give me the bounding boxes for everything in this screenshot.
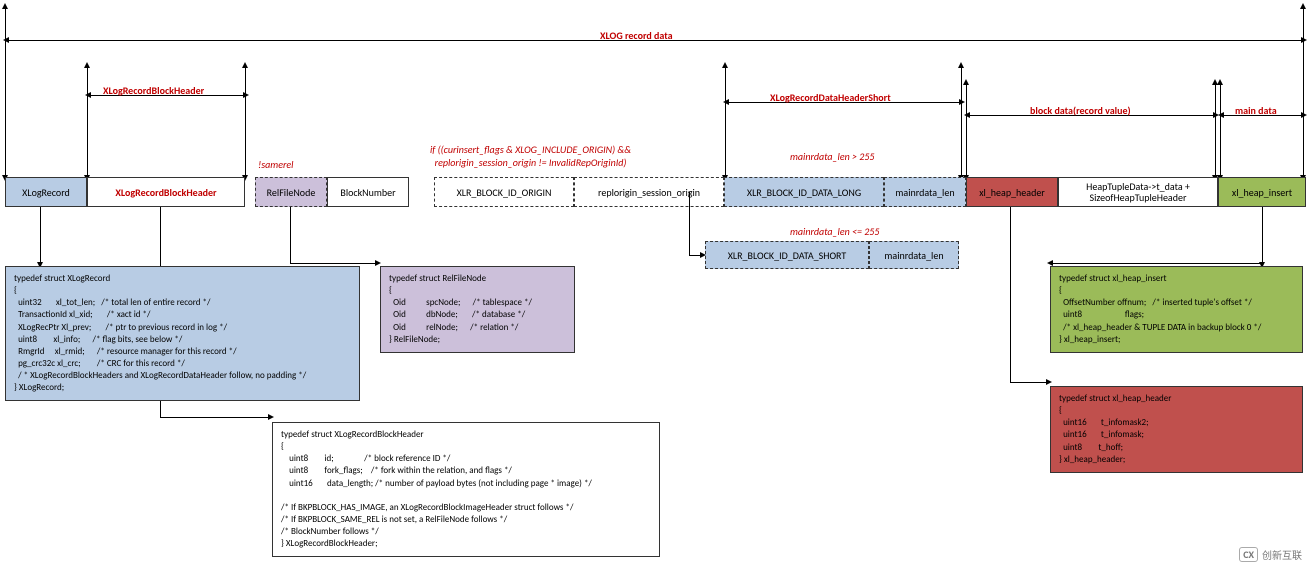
- arrow: [722, 62, 728, 68]
- struct-relfilenode: typedef struct RelFileNode { Oid spcNode…: [380, 266, 575, 353]
- cell-block-id-origin: XLR_BLOCK_ID_ORIGIN: [434, 177, 574, 207]
- bracket-dhs-left: [725, 65, 726, 177]
- bracket-md-left: [1220, 82, 1221, 177]
- arrow: [243, 92, 249, 98]
- struct-blockheader-text: typedef struct XLogRecordBlockHeader { u…: [281, 429, 651, 550]
- cell-blocknumber: BlockNumber: [327, 177, 409, 207]
- arrow: [1046, 379, 1052, 385]
- arrow: [723, 99, 729, 105]
- struct-xlheapheader: typedef struct xl_heap_header { uint16 t…: [1050, 386, 1303, 473]
- arrow: [958, 62, 964, 68]
- arrow: [964, 112, 970, 118]
- struct-xlheapinsert-text: typedef struct xl_heap_insert { OffsetNu…: [1059, 273, 1294, 346]
- title-label: XLOG record data: [600, 29, 673, 42]
- struct-xlheapheader-text: typedef struct xl_heap_header { uint16 t…: [1059, 393, 1294, 466]
- cell-xl-heap-insert: xl_heap_insert: [1218, 177, 1306, 207]
- conn-short-v: [689, 192, 690, 255]
- cell-xl-heap-header: xl_heap_header: [966, 177, 1058, 207]
- conn-blockheader-h: [160, 417, 270, 418]
- conn-relfilenode-v: [290, 207, 291, 263]
- arrow: [2, 3, 8, 9]
- arrow: [84, 62, 90, 68]
- cell-data-short: XLR_BLOCK_ID_DATA_SHORT: [705, 241, 869, 269]
- cell-data-long: XLR_BLOCK_ID_DATA_LONG: [724, 177, 884, 207]
- bracket-bh-right: [245, 65, 246, 177]
- struct-relfilenode-text: typedef struct RelFileNode { Oid spcNode…: [389, 273, 566, 346]
- watermark-text: 创新互联: [1262, 547, 1302, 562]
- bh-label: XLogRecordBlockHeader: [103, 84, 204, 97]
- arrow: [1301, 112, 1307, 118]
- cell-mainrdata-len-2: mainrdata_len: [869, 241, 959, 269]
- arrow: [268, 414, 274, 420]
- note-len-le: mainrdata_len <= 255: [790, 225, 879, 238]
- conn-heapheader-v: [1010, 207, 1011, 382]
- cell-blockheader: XLogRecordBlockHeader: [87, 177, 245, 207]
- watermark-logo: CX创新互联: [1239, 547, 1302, 562]
- note-len-gt: mainrdata_len > 255: [790, 150, 874, 163]
- bracket-full-right: [1303, 6, 1304, 177]
- conn-heapinsert-v: [1262, 207, 1263, 263]
- arrow: [1218, 112, 1224, 118]
- cell-xlogrecord: XLogRecord: [5, 177, 87, 207]
- struct-xlheapinsert: typedef struct xl_heap_insert { OffsetNu…: [1050, 266, 1303, 353]
- arrow: [242, 62, 248, 68]
- bracket-dhs-right: [961, 65, 962, 177]
- conn-relfilenode-h: [290, 263, 377, 264]
- arrow: [1217, 79, 1223, 85]
- bracket-bd-left: [966, 82, 967, 177]
- bracket-bh-left: [87, 65, 88, 177]
- bracket-bd-right: [1215, 82, 1216, 177]
- cell-relfilenode: RelFileNode: [255, 177, 327, 207]
- struct-xlogrecord-text: typedef struct XLogRecord { uint32 xl_to…: [14, 273, 351, 394]
- arrow: [1300, 3, 1306, 9]
- cell-session-origin: replorigin_session_origin: [574, 177, 724, 207]
- dhs-label: XLogRecordDataHeaderShort: [770, 91, 891, 104]
- md-label: main data: [1235, 104, 1277, 117]
- cell-mainrdata-len: mainrdata_len: [884, 177, 966, 207]
- arrow: [959, 99, 965, 105]
- bracket-full-left: [5, 6, 6, 177]
- arrow: [700, 252, 706, 258]
- cell-heap-tuple: HeapTupleData->t_data + SizeofHeapTupleH…: [1058, 177, 1218, 207]
- note-origin-cond: if ((curinsert_flags & XLOG_INCLUDE_ORIG…: [430, 143, 631, 169]
- arrow: [1301, 37, 1307, 43]
- conn-heapinsert-h: [1050, 263, 1262, 264]
- note-samerel: !samerel: [258, 158, 293, 171]
- conn-heapheader-h: [1010, 382, 1048, 383]
- conn-xlogrecord: [40, 207, 41, 264]
- struct-xlogrecord: typedef struct XLogRecord { uint32 xl_to…: [5, 266, 360, 401]
- arrow: [3, 37, 9, 43]
- arrow: [963, 79, 969, 85]
- bd-label: block data(record value): [1030, 104, 1131, 117]
- arrow: [85, 92, 91, 98]
- struct-blockheader: typedef struct XLogRecordBlockHeader { u…: [272, 422, 660, 557]
